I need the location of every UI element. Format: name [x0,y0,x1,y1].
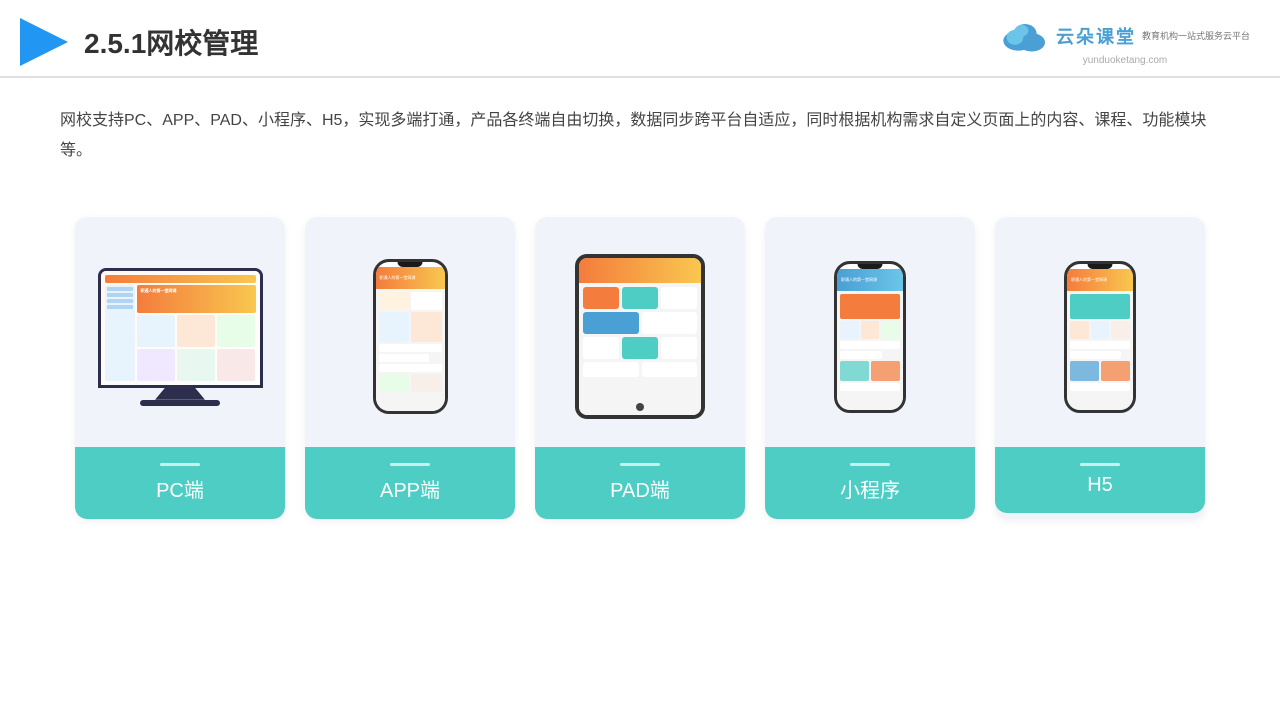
card-label-pc: PC端 [75,447,285,519]
phone-mockup-miniapp: 职通人的第一堂网课 [834,261,906,413]
card-h5: 职通人的第一堂网课 [995,217,1205,519]
logo-area: 云朵课堂 教育机构一站式服务云平台 yunduoketang.com [1000,19,1250,66]
page-title: 2.5.1网校管理 [84,22,258,62]
card-label-miniapp: 小程序 [765,447,975,519]
header-left: 2.5.1网校管理 [20,18,258,66]
phone-mockup-app: 职通人的第一堂网课 [373,259,448,414]
description-text: 网校支持PC、APP、PAD、小程序、H5，实现多端打通，产品各终端自由切换，数… [60,106,1220,167]
logo-cloud: 云朵课堂 教育机构一站式服务云平台 [1000,19,1250,54]
cards-container: 职通人的第一堂网课 [0,187,1280,539]
card-label-h5: H5 [995,447,1205,513]
card-image-pad [535,217,745,447]
header: 2.5.1网校管理 云朵课堂 教育机构一站式服务云平台 yunduoketang… [0,0,1280,78]
card-pc: 职通人的第一堂网课 [75,217,285,519]
pc-mockup: 职通人的第一堂网课 [98,268,263,406]
card-app: 职通人的第一堂网课 [305,217,515,519]
card-pad: PAD端 [535,217,745,519]
card-label-pad: PAD端 [535,447,745,519]
phone-mockup-h5: 职通人的第一堂网课 [1064,261,1136,413]
card-image-h5: 职通人的第一堂网课 [995,217,1205,447]
card-label-app: APP端 [305,447,515,519]
card-image-pc: 职通人的第一堂网课 [75,217,285,447]
play-icon [20,18,68,66]
cloud-logo-icon [1000,19,1050,54]
card-image-app: 职通人的第一堂网课 [305,217,515,447]
card-image-miniapp: 职通人的第一堂网课 [765,217,975,447]
tablet-mockup [575,254,705,419]
logo-tagline: 教育机构一站式服务云平台 [1142,31,1250,43]
logo-url: yunduoketang.com [1083,55,1168,66]
description: 网校支持PC、APP、PAD、小程序、H5，实现多端打通，产品各终端自由切换，数… [0,78,1280,177]
card-miniapp: 职通人的第一堂网课 [765,217,975,519]
logo-text: 云朵课堂 [1056,23,1136,49]
